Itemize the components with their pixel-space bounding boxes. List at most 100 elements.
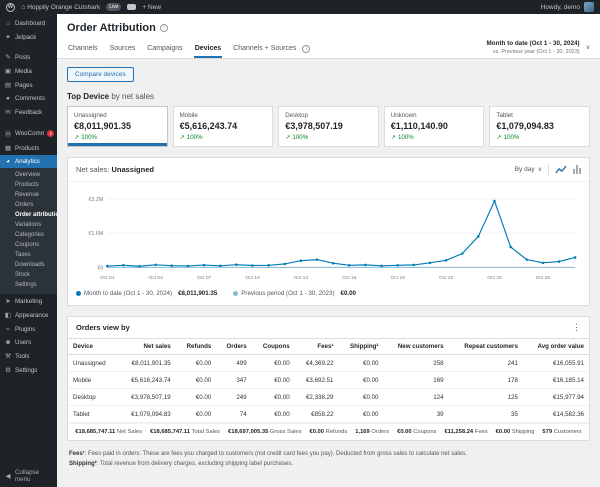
sidebar-item-feedback[interactable]: ✉ Feedback	[0, 105, 57, 119]
submenu-item-stock[interactable]: Stock	[0, 270, 57, 280]
chart-data-point[interactable]	[573, 256, 577, 259]
compare-devices-button[interactable]: Compare devices	[67, 67, 134, 82]
chart-data-point[interactable]	[525, 258, 529, 261]
table-cell: 169	[383, 371, 449, 389]
chart-data-point[interactable]	[122, 264, 125, 267]
submenu-item-coupons[interactable]: Coupons	[0, 240, 57, 250]
chart-data-point[interactable]	[364, 263, 367, 267]
submenu-item-downloads[interactable]: Downloads	[0, 260, 57, 270]
sidebar-item-comments[interactable]: ● Comments	[0, 92, 57, 105]
chart-data-point[interactable]	[251, 264, 254, 267]
legend-item-previous-period-oct-1-30-2023[interactable]: Previous period (Oct 1 - 30, 2023) €0.00	[233, 290, 356, 297]
submenu-item-products[interactable]: Products	[0, 180, 57, 190]
column-header-fees[interactable]: Fees¹	[294, 338, 339, 355]
site-menu[interactable]: ⌂ Hoppily Orange Cutshark	[21, 4, 100, 11]
column-header-avg-order-value[interactable]: Avg order value	[522, 338, 589, 355]
tab-campaigns[interactable]: Campaigns	[146, 40, 183, 58]
chart-data-point[interactable]	[218, 264, 222, 268]
sidebar-item-analytics[interactable]: ◕ Analytics	[0, 155, 57, 168]
sidebar-item-woocommerce[interactable]: ⓌWooCommerce1	[0, 125, 57, 141]
date-range-picker[interactable]: Month to date (Oct 1 - 30, 2024) vs. Pre…	[487, 40, 590, 58]
wordpress-logo-icon[interactable]: W	[6, 2, 15, 12]
submenu-item-settings[interactable]: Settings	[0, 280, 57, 290]
howdy-menu[interactable]: Howdy, demo	[541, 4, 580, 11]
info-icon[interactable]: i	[159, 24, 168, 32]
sidebar-item-products[interactable]: ▦ Products	[0, 141, 57, 155]
sidebar-item-jetpack[interactable]: ✦ Jetpack	[0, 30, 57, 44]
sidebar-item-media[interactable]: ▣ Media	[0, 64, 57, 78]
submenu-item-categories[interactable]: Categories	[0, 230, 57, 240]
device-card-unassigned[interactable]: Unassigned €8,011,901.35 ↗ 100%	[67, 106, 168, 147]
submenu-item-overview[interactable]: Overview	[0, 170, 57, 180]
column-header-shipping[interactable]: Shipping²	[338, 338, 384, 355]
sidebar-item-marketing[interactable]: ➤ Marketing	[0, 294, 57, 308]
tab-sources[interactable]: Sources	[109, 40, 137, 58]
net-sales-chart[interactable]: €3.2M €1.6M €0 Oct 01 Oct 04 Oct 07 Oct 10 Oct …	[74, 187, 583, 287]
chart-data-point[interactable]	[493, 199, 496, 203]
bar-chart-type-icon[interactable]	[573, 165, 581, 174]
submenu-item-revenue[interactable]: Revenue	[0, 190, 57, 200]
column-header-device[interactable]: Device	[68, 338, 118, 355]
chart-data-point[interactable]	[509, 245, 512, 249]
column-header-refunds[interactable]: Refunds	[175, 338, 217, 355]
sidebar-item-pages[interactable]: ▤ Pages	[0, 78, 57, 92]
collapse-menu-button[interactable]: ◀ Collapse menu	[0, 465, 57, 487]
tab-devices[interactable]: Devices	[194, 40, 222, 58]
sidebar-item-users[interactable]: ☻ Users	[0, 336, 57, 349]
plugins-icon: ⌁	[6, 326, 10, 333]
chart-data-point[interactable]	[170, 264, 174, 267]
submenu-item-variations[interactable]: Variations	[0, 220, 57, 230]
chart-data-point[interactable]	[477, 235, 480, 238]
sidebar-item-appearance[interactable]: ◧ Appearance	[0, 308, 57, 322]
column-header-repeat-customers[interactable]: Repeat customers	[448, 338, 523, 355]
column-header-coupons[interactable]: Coupons	[251, 338, 295, 355]
tab-channels[interactable]: Channels	[67, 40, 99, 58]
sidebar-item-settings[interactable]: ⚙ Settings	[0, 363, 57, 377]
column-header-net-sales[interactable]: Net sales	[117, 338, 176, 355]
tab-channels-sources[interactable]: Channels + Sources	[232, 40, 297, 58]
sidebar-item-dashboard[interactable]: ⌂ Dashboard	[0, 17, 57, 30]
user-avatar[interactable]	[584, 2, 594, 12]
sidebar-item-posts[interactable]: ✎ Posts	[0, 50, 57, 64]
tabs-info-icon[interactable]: i	[302, 45, 311, 53]
device-card-tablet[interactable]: Tablet €1,079,094.83 ↗ 100%	[489, 106, 590, 147]
chart-data-point[interactable]	[460, 252, 464, 255]
column-header-orders[interactable]: Orders	[216, 338, 252, 355]
chart-data-point[interactable]	[444, 259, 448, 262]
chart-data-point[interactable]	[202, 263, 206, 267]
chart-data-point[interactable]	[347, 264, 351, 267]
chart-data-point[interactable]	[315, 258, 319, 261]
chart-data-point[interactable]	[186, 264, 190, 268]
sidebar-item-tools[interactable]: ⚒ Tools	[0, 349, 57, 363]
kebab-menu-icon[interactable]: ⋮	[572, 323, 581, 332]
chart-data-point[interactable]	[154, 263, 157, 267]
interval-select[interactable]: By day ∨	[515, 166, 542, 173]
column-header-new-customers[interactable]: New customers	[383, 338, 449, 355]
chart-data-point[interactable]	[412, 263, 416, 267]
chart-data-point[interactable]	[267, 264, 270, 267]
line-chart-type-icon[interactable]	[555, 165, 567, 175]
chart-data-point[interactable]	[428, 261, 432, 265]
submenu-item-taxes[interactable]: Taxes	[0, 250, 57, 260]
chart-data-point[interactable]	[299, 259, 303, 262]
comments-bubble-icon[interactable]	[127, 4, 137, 10]
chart-data-point[interactable]	[235, 263, 238, 266]
device-card-mobile[interactable]: Mobile €5,616,243.74 ↗ 100%	[172, 106, 274, 147]
chart-data-point[interactable]	[380, 264, 383, 268]
sidebar-item-plugins[interactable]: ⌁ Plugins	[0, 322, 57, 336]
new-content-menu[interactable]: + New	[142, 4, 161, 11]
chart-data-point[interactable]	[331, 261, 335, 265]
chart-data-point[interactable]	[283, 262, 287, 266]
chart-data-point[interactable]	[541, 261, 545, 265]
sidebar-item-label: Settings	[15, 366, 38, 374]
submenu-item-orders[interactable]: Orders	[0, 200, 57, 210]
legend-item-month-to-date-oct-1-30-2024[interactable]: Month to date (Oct 1 - 30, 2024) €8,011,9…	[76, 290, 217, 297]
chart-data-point[interactable]	[557, 260, 561, 263]
device-card-unknown[interactable]: Unknown €1,110,140.90 ↗ 100%	[383, 106, 485, 147]
device-card-value: €8,011,901.35	[74, 121, 132, 131]
chart-data-point[interactable]	[138, 264, 141, 268]
chart-data-point[interactable]	[106, 264, 109, 268]
chart-data-point[interactable]	[396, 264, 399, 267]
device-card-desktop[interactable]: Desktop €3,978,507.19 ↗ 100%	[278, 106, 379, 147]
submenu-item-order-attribution[interactable]: Order attribution	[0, 210, 57, 220]
